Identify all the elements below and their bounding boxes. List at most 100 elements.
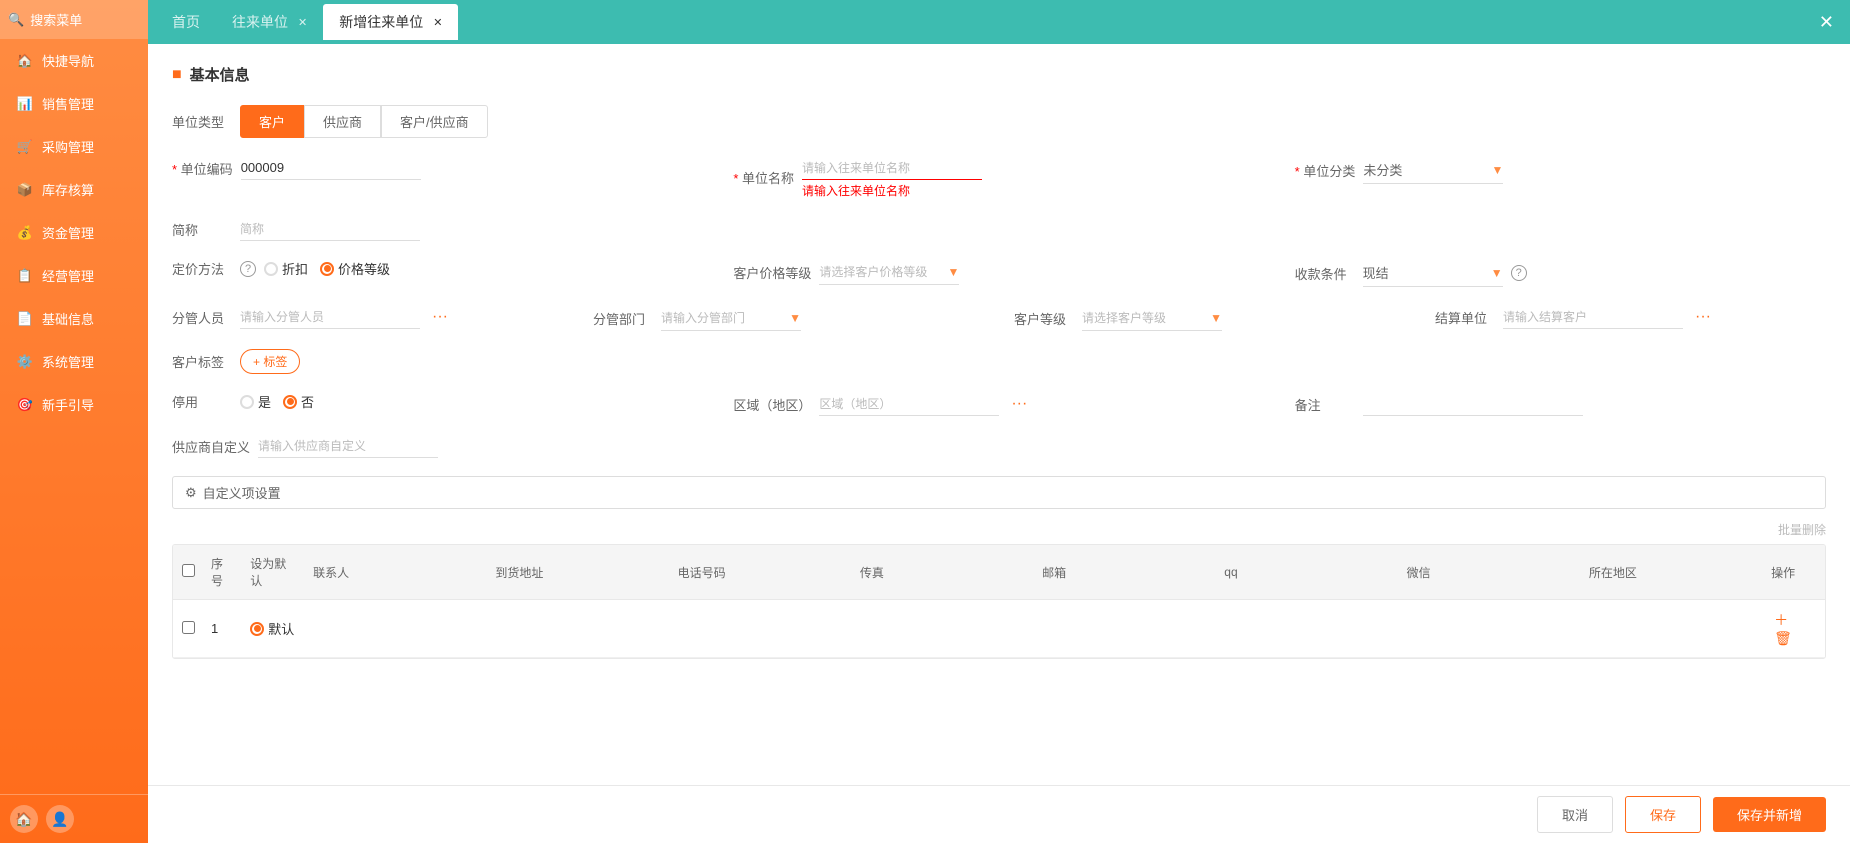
- td-email[interactable]: [1034, 600, 1216, 658]
- sidebar-item-finance[interactable]: 💰 资金管理: [0, 211, 148, 254]
- payment-terms-question[interactable]: ?: [1511, 265, 1527, 281]
- th-email: 邮箱: [1034, 545, 1216, 600]
- td-fax[interactable]: [852, 600, 1034, 658]
- tab-new-partner[interactable]: 新增往来单位 ✕: [323, 4, 458, 40]
- sidebar-item-sales[interactable]: 📊 销售管理: [0, 82, 148, 125]
- settlement-input[interactable]: [1503, 305, 1683, 329]
- pricing-level-radio[interactable]: 价格等级: [320, 259, 390, 278]
- dept-chevron: ▼: [789, 311, 801, 325]
- unit-type-both-btn[interactable]: 客户/供应商: [381, 105, 488, 138]
- add-row-icon[interactable]: ＋: [1774, 612, 1788, 628]
- customer-level-group: 客户等级 请选择客户等级 ▼: [1014, 305, 1405, 331]
- search-menu-label: 搜索菜单: [30, 10, 82, 29]
- save-new-button[interactable]: 保存并新增: [1713, 797, 1826, 832]
- window-close-button[interactable]: ✕: [1811, 8, 1842, 37]
- tab-partners[interactable]: 往来单位 ✕: [216, 4, 323, 40]
- region-label: 区域（地区）: [733, 395, 811, 414]
- unit-category-select[interactable]: 未分类 ▼: [1363, 156, 1503, 184]
- unit-code-input[interactable]: [241, 156, 421, 180]
- qq-input[interactable]: [1224, 621, 1390, 636]
- default-circle: [250, 622, 264, 636]
- sidebar-item-purchase[interactable]: 🛒 采购管理: [0, 125, 148, 168]
- sidebar-item-quick-nav[interactable]: 🏠 快捷导航: [0, 39, 148, 82]
- finance-icon: 💰: [16, 224, 34, 242]
- manager-input[interactable]: [240, 305, 420, 329]
- sidebar-item-operations[interactable]: 📋 经营管理: [0, 254, 148, 297]
- th-contact: 联系人: [305, 545, 487, 600]
- cancel-button[interactable]: 取消: [1537, 796, 1613, 833]
- payment-terms-select[interactable]: 现结 ▼: [1363, 259, 1503, 287]
- customer-price-group: 客户价格等级 请选择客户价格等级 ▼: [733, 259, 1264, 285]
- pricing-question-icon[interactable]: ?: [240, 261, 256, 277]
- row-checkbox[interactable]: [182, 621, 195, 634]
- disable-yes-radio[interactable]: 是: [240, 392, 271, 411]
- td-phone[interactable]: [670, 600, 852, 658]
- select-all-checkbox[interactable]: [182, 564, 195, 577]
- manager-label: 分管人员: [172, 308, 232, 327]
- code-name-row: 单位编码 单位名称 请输入往来单位名称 单位分类 未分类 ▼: [172, 156, 1826, 199]
- supplier-custom-input[interactable]: [258, 434, 438, 458]
- sidebar-item-basic-info[interactable]: 📄 基础信息: [0, 297, 148, 340]
- sidebar-item-guide[interactable]: 🎯 新手引导: [0, 383, 148, 426]
- manager-ellipsis[interactable]: ···: [428, 308, 452, 326]
- delete-row-icon[interactable]: 🗑: [1774, 630, 1792, 646]
- unit-name-input[interactable]: [802, 156, 982, 180]
- tab-partners-close[interactable]: ✕: [298, 16, 307, 29]
- td-contact[interactable]: [305, 600, 487, 658]
- wechat-input[interactable]: [1407, 621, 1573, 636]
- payment-terms-group: 收款条件 现结 ▼ ?: [1295, 259, 1826, 287]
- save-button[interactable]: 保存: [1625, 796, 1701, 833]
- th-seq: 序号: [203, 545, 242, 600]
- pricing-discount-radio[interactable]: 折扣: [264, 259, 308, 278]
- default-radio[interactable]: 默认: [250, 619, 297, 638]
- region-input[interactable]: [819, 392, 999, 416]
- unit-type-supplier-btn[interactable]: 供应商: [304, 105, 381, 138]
- phone-input[interactable]: [678, 621, 844, 636]
- th-default: 设为默认: [242, 545, 305, 600]
- sidebar-item-inventory[interactable]: 📦 库存核算: [0, 168, 148, 211]
- contacts-table-inner: 序号 设为默认 联系人 到货地址 电话号码 传真 邮箱 qq 微信 所在地区 操…: [173, 545, 1825, 658]
- basic-info-icon: 📄: [16, 310, 34, 328]
- customer-level-select[interactable]: 请选择客户等级 ▼: [1082, 305, 1222, 331]
- user-icon[interactable]: 👤: [46, 805, 74, 833]
- region-ellipsis[interactable]: ···: [1007, 395, 1031, 413]
- dept-label: 分管部门: [593, 309, 653, 328]
- td-address[interactable]: [487, 600, 669, 658]
- address-input[interactable]: [495, 621, 661, 636]
- settlement-ellipsis[interactable]: ···: [1691, 308, 1715, 326]
- contact-input[interactable]: [313, 621, 479, 636]
- home-icon[interactable]: 🏠: [10, 805, 38, 833]
- row-region-input[interactable]: [1589, 621, 1755, 636]
- td-actions: ＋ 🗑: [1763, 600, 1825, 658]
- form-content: ■ 基本信息 单位类型 客户 供应商 客户/供应商 单位编码: [148, 44, 1850, 785]
- tab-new-partner-close[interactable]: ✕: [433, 16, 442, 29]
- search-icon: 🔍: [8, 12, 24, 28]
- disable-yes-label: 是: [258, 392, 271, 411]
- disable-no-radio[interactable]: 否: [283, 392, 314, 411]
- batch-delete-btn[interactable]: 批量删除: [1778, 521, 1826, 538]
- unit-name-error: 请输入往来单位名称: [802, 182, 982, 199]
- email-input[interactable]: [1042, 621, 1208, 636]
- sidebar-item-system[interactable]: ⚙️ 系统管理: [0, 340, 148, 383]
- tab-home[interactable]: 首页: [156, 4, 216, 40]
- pricing-level-label: 价格等级: [338, 259, 390, 278]
- sidebar-item-label: 快捷导航: [42, 51, 94, 70]
- dept-select[interactable]: 请输入分管部门 ▼: [661, 305, 801, 331]
- th-wechat: 微信: [1399, 545, 1581, 600]
- td-region[interactable]: [1581, 600, 1763, 658]
- unit-type-customer-btn[interactable]: 客户: [240, 105, 304, 138]
- payment-terms-label: 收款条件: [1295, 264, 1355, 283]
- td-wechat[interactable]: [1399, 600, 1581, 658]
- remarks-input[interactable]: [1363, 392, 1583, 416]
- fax-input[interactable]: [860, 621, 1026, 636]
- custom-settings-button[interactable]: ⚙ 自定义项设置: [172, 476, 1826, 509]
- short-name-input[interactable]: [240, 217, 420, 241]
- main-content: 首页 往来单位 ✕ 新增往来单位 ✕ ✕ ■ 基本信息 单位类型 客户: [148, 0, 1850, 843]
- add-tag-button[interactable]: + 标签: [240, 349, 300, 374]
- search-menu[interactable]: 🔍 搜索菜单: [0, 0, 148, 39]
- sidebar-item-label: 系统管理: [42, 352, 94, 371]
- customer-price-select[interactable]: 请选择客户价格等级 ▼: [819, 259, 959, 285]
- section-title: 基本信息: [190, 64, 250, 85]
- sidebar-item-label: 资金管理: [42, 223, 94, 242]
- td-qq[interactable]: [1216, 600, 1398, 658]
